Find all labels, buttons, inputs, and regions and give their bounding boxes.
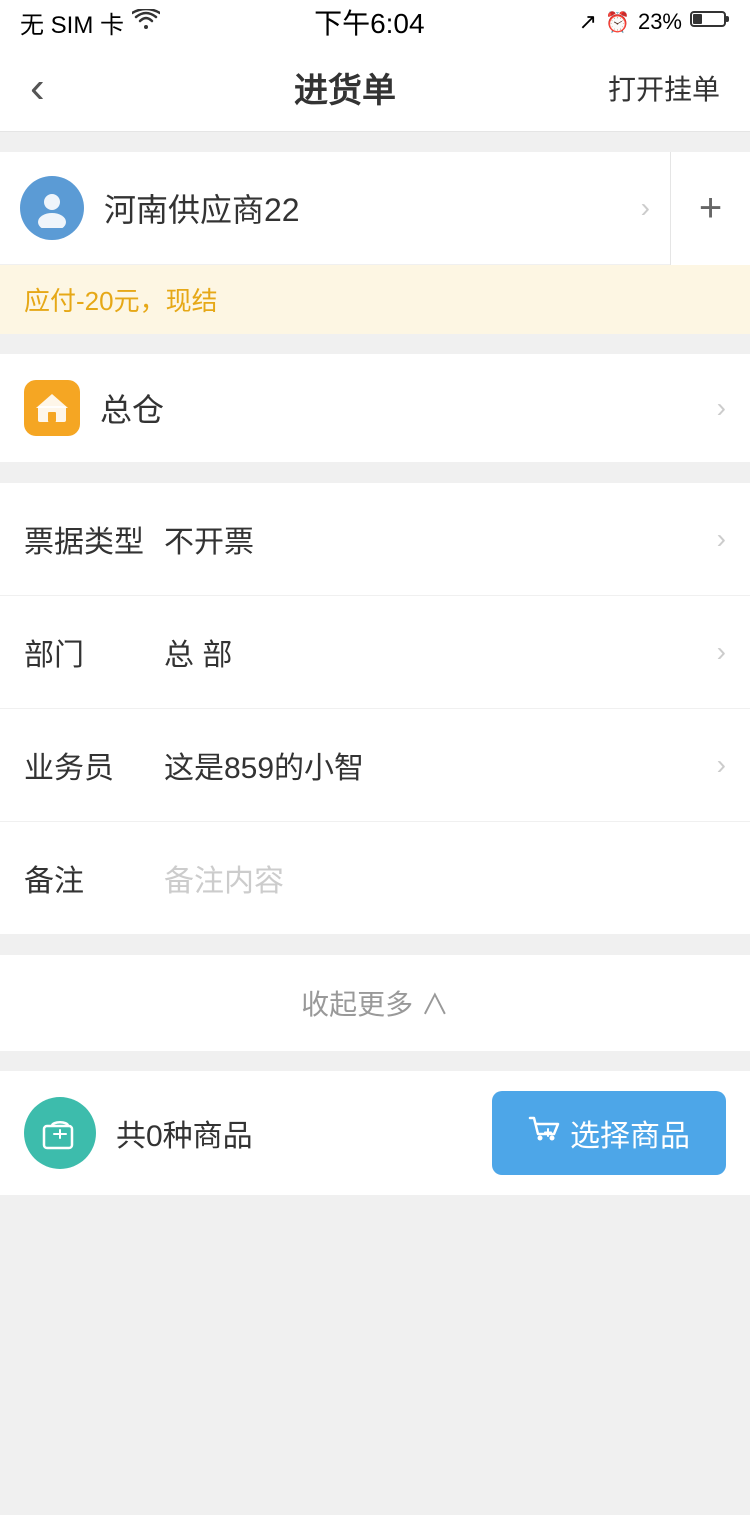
remark-label: 备注 xyxy=(24,856,164,900)
warning-banner: 应付-20元，现结 xyxy=(0,265,750,334)
salesperson-label: 业务员 xyxy=(24,743,164,787)
salesperson-value: 这是859的小智 xyxy=(164,743,717,787)
add-supplier-button[interactable]: + xyxy=(670,152,750,265)
open-pending-button[interactable]: 打开挂单 xyxy=(600,68,720,108)
supplier-avatar xyxy=(20,176,84,240)
salesperson-row[interactable]: 业务员 这是859的小智 › xyxy=(0,709,750,822)
location-icon: ↗ xyxy=(579,9,597,35)
warehouse-name: 总仓 xyxy=(100,385,707,431)
invoice-type-chevron-icon: › xyxy=(717,523,726,555)
supplier-chevron-icon: › xyxy=(641,192,650,224)
warehouse-row[interactable]: 总仓 › xyxy=(0,354,750,463)
department-row[interactable]: 部门 总 部 › xyxy=(0,596,750,709)
invoice-type-value: 不开票 xyxy=(164,517,717,561)
product-icon xyxy=(24,1097,96,1169)
wifi-icon xyxy=(132,8,160,36)
form-section: 票据类型 不开票 › 部门 总 部 › 业务员 这是859的小智 › 备注 备注… xyxy=(0,483,750,935)
collapse-button[interactable]: 收起更多 ∧ xyxy=(0,955,750,1051)
section-gap-1 xyxy=(0,132,750,152)
supplier-name: 河南供应商22 xyxy=(104,185,631,231)
remark-row[interactable]: 备注 备注内容 xyxy=(0,822,750,935)
warehouse-chevron-icon: › xyxy=(717,392,726,424)
invoice-type-row[interactable]: 票据类型 不开票 › xyxy=(0,483,750,596)
product-bar: 共0种商品 选择商品 xyxy=(0,1071,750,1195)
department-label: 部门 xyxy=(24,630,164,674)
page-title: 进货单 xyxy=(90,63,600,112)
remark-input[interactable]: 备注内容 xyxy=(164,856,726,900)
supplier-row[interactable]: 河南供应商22 › xyxy=(0,152,670,265)
status-left: 无 SIM 卡 xyxy=(20,5,160,40)
cart-icon xyxy=(528,1116,560,1151)
alarm-icon: ⏰ xyxy=(605,10,630,35)
product-count-label: 共0种商品 xyxy=(116,1111,472,1155)
battery-icon xyxy=(690,8,730,36)
salesperson-chevron-icon: › xyxy=(717,749,726,781)
carrier-label: 无 SIM 卡 xyxy=(20,5,124,40)
battery-label: 23% xyxy=(638,9,682,35)
nav-bar: ‹ 进货单 打开挂单 xyxy=(0,44,750,132)
select-product-label: 选择商品 xyxy=(570,1111,690,1155)
status-time: 下午6:04 xyxy=(314,2,425,42)
collapse-label: 收起更多 ∧ xyxy=(301,989,449,1020)
supplier-section: 河南供应商22 › + xyxy=(0,152,750,265)
department-value: 总 部 xyxy=(164,630,717,674)
select-product-button[interactable]: 选择商品 xyxy=(492,1091,726,1175)
status-bar: 无 SIM 卡 下午6:04 ↗ ⏰ 23% xyxy=(0,0,750,44)
warehouse-icon xyxy=(24,380,80,436)
invoice-type-label: 票据类型 xyxy=(24,517,164,561)
warning-text: 应付-20元，现结 xyxy=(24,286,218,316)
page-rest xyxy=(0,1195,750,1515)
status-right: ↗ ⏰ 23% xyxy=(579,8,730,36)
back-button[interactable]: ‹ xyxy=(30,63,90,113)
department-chevron-icon: › xyxy=(717,636,726,668)
